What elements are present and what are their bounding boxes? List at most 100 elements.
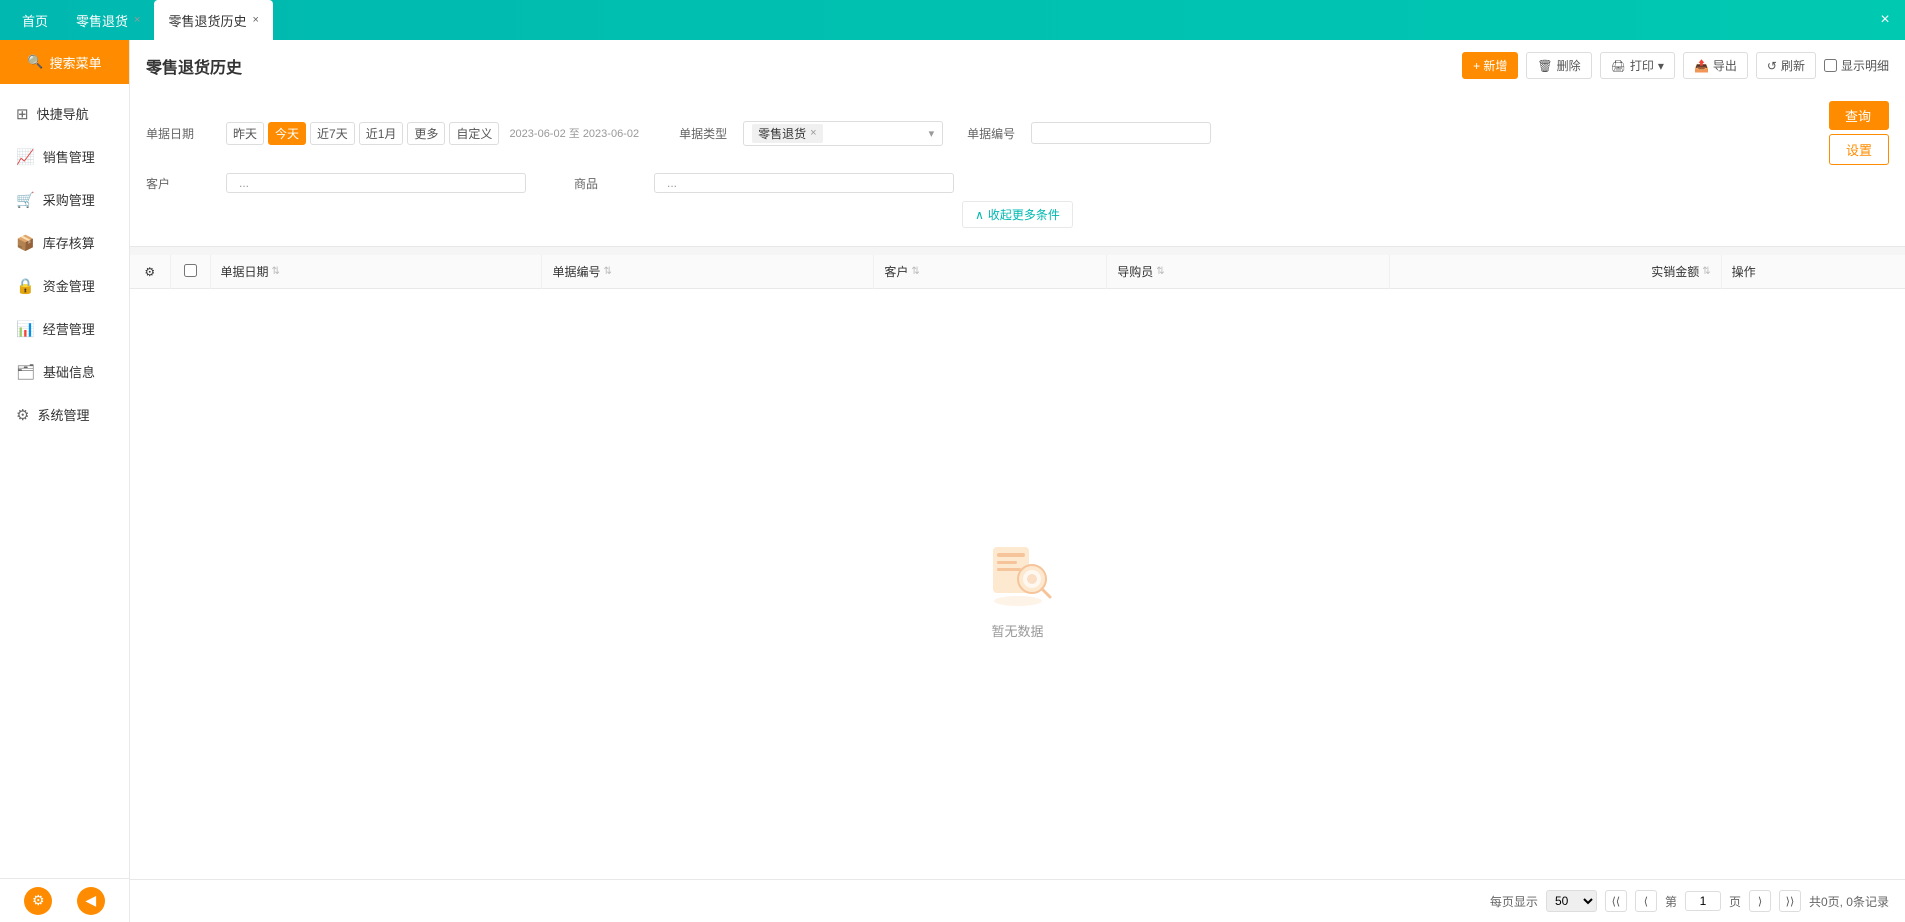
delete-icon: 🗑	[1537, 59, 1552, 73]
search-icon: 🔍	[27, 54, 43, 70]
sidebar-item-purchase-mgmt[interactable]: 🛒采购管理	[0, 178, 129, 221]
date-btn-近7天[interactable]: 近7天	[310, 122, 355, 145]
doc-number-filter-group: 单据编号	[967, 122, 1211, 144]
add-button[interactable]: + 新增	[1462, 52, 1518, 79]
sidebar-item-inventory[interactable]: 📦库存核算	[0, 221, 129, 264]
table-settings-icon[interactable]: ⚙	[144, 265, 155, 279]
tab-close-retail-return-history[interactable]: ×	[252, 14, 258, 26]
sidebar-icon-quick-nav: ⊞	[16, 105, 29, 123]
sidebar-label-finance: 资金管理	[43, 276, 95, 295]
filter-row-collapse: ∧ 收起更多条件	[146, 201, 1889, 228]
date-btn-自定义[interactable]: 自定义	[449, 122, 499, 145]
date-btn-更多[interactable]: 更多	[407, 122, 445, 145]
customer-select[interactable]: ...	[226, 173, 526, 193]
sort-icon-guide: ⇅	[1156, 266, 1164, 277]
th-date[interactable]: 单据日期 ⇅	[210, 255, 542, 289]
refresh-button[interactable]: ↺ 刷新	[1756, 52, 1816, 79]
empty-text: 暂无数据	[991, 621, 1043, 640]
sidebar-label-basic-info: 基础信息	[43, 362, 95, 381]
sort-icon-amount: ⇅	[1702, 266, 1710, 277]
doc-type-label: 单据类型	[679, 125, 727, 142]
page-title: 零售退货历史	[146, 54, 242, 78]
tab-close-retail-return[interactable]: ×	[134, 14, 140, 26]
sort-icon-date: ⇅	[272, 266, 280, 277]
sidebar-icon-finance: 🔒	[16, 277, 35, 295]
sidebar-bottom: ⚙ ◀	[0, 878, 129, 922]
sidebar-item-operations[interactable]: 📊经营管理	[0, 307, 129, 350]
empty-icon	[978, 529, 1058, 609]
date-filter-label: 单据日期	[146, 125, 226, 142]
sidebar-collapse-button[interactable]: ◀	[77, 887, 105, 915]
show-detail-checkbox-label[interactable]: 显示明细	[1824, 57, 1889, 74]
page-unit: 页	[1729, 893, 1741, 910]
next-page-button[interactable]: ⟩	[1749, 890, 1771, 912]
date-btn-今天[interactable]: 今天	[268, 122, 306, 145]
refresh-icon: ↺	[1767, 59, 1777, 73]
collapse-filter-button[interactable]: ∧ 收起更多条件	[962, 201, 1073, 228]
doc-type-tag-close[interactable]: ×	[810, 127, 816, 139]
sidebar-item-basic-info[interactable]: 🗂 基础信息	[0, 350, 129, 393]
page-number-input[interactable]	[1685, 891, 1721, 911]
tab-home[interactable]: 首页	[8, 0, 62, 40]
page-header: 零售退货历史 + 新增 🗑 删除 🖨 打印 ▾ 📤 导出	[130, 40, 1905, 247]
select-all-checkbox[interactable]	[184, 264, 197, 277]
toolbar: + 新增 🗑 删除 🖨 打印 ▾ 📤 导出 ↺	[1462, 52, 1889, 79]
sidebar-search-button[interactable]: 🔍 搜索菜单	[0, 40, 129, 84]
doc-type-dropdown-icon: ▾	[929, 127, 935, 140]
th-customer-label: 客户	[884, 263, 908, 280]
doc-number-label: 单据编号	[967, 125, 1015, 142]
show-detail-checkbox[interactable]	[1824, 59, 1837, 72]
first-page-button[interactable]: ⟨⟨	[1605, 890, 1627, 912]
main-content: 零售退货历史 + 新增 🗑 删除 🖨 打印 ▾ 📤 导出	[130, 40, 1905, 922]
tab-retail-return-history[interactable]: 零售退货历史 ×	[154, 0, 272, 40]
sort-icon-customer: ⇅	[911, 266, 919, 277]
sidebar-item-sales-mgmt[interactable]: 📈 销售管理	[0, 135, 129, 178]
filter-row-date: 单据日期 昨天今天近7天近1月更多自定义 2023-06-02 至 2023-0…	[146, 101, 1889, 165]
th-customer[interactable]: 客户 ⇅	[874, 255, 1107, 289]
th-amount[interactable]: 实销金额 ⇅	[1389, 255, 1721, 289]
th-number[interactable]: 单据编号 ⇅	[542, 255, 874, 289]
sidebar-icon-basic-info: 🗂	[16, 363, 35, 381]
tab-retail-return[interactable]: 零售退货×	[62, 0, 154, 40]
sidebar-icon-inventory: 📦	[16, 234, 35, 252]
table-area: ⚙ 单据日期 ⇅ 单据编号	[130, 255, 1905, 922]
doc-number-input[interactable]	[1031, 122, 1211, 144]
print-icon: 🖨	[1611, 59, 1626, 73]
query-button[interactable]: 查询	[1829, 101, 1889, 130]
per-page-select[interactable]: 50 10 20 100	[1546, 890, 1597, 912]
date-btn-近1月[interactable]: 近1月	[359, 122, 404, 145]
doc-type-select[interactable]: 零售退货 × ▾	[743, 121, 943, 146]
date-btn-昨天[interactable]: 昨天	[226, 122, 264, 145]
main-layout: 🔍 搜索菜单 ⊞ 快捷导航 📈 销售管理 🛒采购管理📦库存核算 🔒 资金管理 📊经营管理 🗂 基础…	[0, 40, 1905, 922]
goods-select[interactable]: ...	[654, 173, 954, 193]
filter-area: 单据日期 昨天今天近7天近1月更多自定义 2023-06-02 至 2023-0…	[146, 91, 1889, 246]
th-action: 操作	[1721, 255, 1905, 289]
sidebar-label-purchase-mgmt: 采购管理	[43, 190, 95, 209]
sidebar-item-finance[interactable]: 🔒 资金管理	[0, 264, 129, 307]
per-page-label: 每页显示	[1490, 893, 1538, 910]
print-button[interactable]: 🖨 打印 ▾	[1600, 52, 1675, 79]
sidebar-label-sales-mgmt: 销售管理	[43, 147, 95, 166]
window-close-button[interactable]: ×	[1877, 12, 1893, 28]
chevron-left-icon: ◀	[85, 892, 96, 909]
top-bar: 首页零售退货× 零售退货历史 × ×	[0, 0, 1905, 40]
sidebar: 🔍 搜索菜单 ⊞ 快捷导航 📈 销售管理 🛒采购管理📦库存核算 🔒 资金管理 📊经营管理 🗂 基础…	[0, 40, 130, 922]
date-range-display: 2023-06-02 至 2023-06-02	[509, 125, 639, 141]
delete-button[interactable]: 🗑 删除	[1526, 52, 1591, 79]
sidebar-icon-sales-mgmt: 📈	[16, 148, 35, 166]
tab-list: 首页零售退货× 零售退货历史 ×	[8, 0, 1877, 40]
sidebar-label-quick-nav: 快捷导航	[37, 104, 89, 123]
tab-label-retail-return-history: 零售退货历史	[168, 11, 246, 30]
table-settings-header[interactable]: ⚙	[130, 255, 170, 289]
last-page-button[interactable]: ⟩⟩	[1779, 890, 1801, 912]
sidebar-menu: ⊞ 快捷导航 📈 销售管理 🛒采购管理📦库存核算 🔒 资金管理 📊经营管理 🗂 基础信息 ⚙系统管理	[0, 84, 129, 878]
export-button[interactable]: 📤 导出	[1683, 52, 1748, 79]
sidebar-item-quick-nav[interactable]: ⊞ 快捷导航	[0, 92, 129, 135]
prev-page-button[interactable]: ⟨	[1635, 890, 1657, 912]
sidebar-item-system-mgmt[interactable]: ⚙系统管理	[0, 393, 129, 436]
doc-type-tag: 零售退货 ×	[752, 124, 822, 143]
table-checkbox-header[interactable]	[170, 255, 210, 289]
th-guide[interactable]: 导购员 ⇅	[1107, 255, 1389, 289]
sidebar-settings-button[interactable]: ⚙	[24, 887, 52, 915]
filter-settings-button[interactable]: 设置	[1829, 134, 1889, 165]
